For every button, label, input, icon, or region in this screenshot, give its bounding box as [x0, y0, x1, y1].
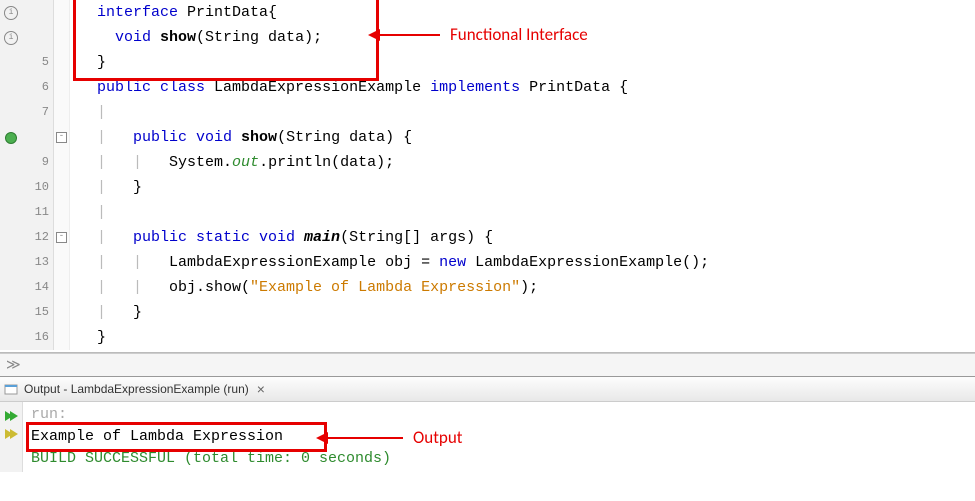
chevron-icon: ≫ [6, 357, 21, 374]
output-icon [4, 382, 18, 396]
output-panel: Output - LambdaExpressionExample (run) ×… [0, 376, 975, 472]
fold-gutter: - - [54, 0, 70, 350]
line-number-gutter: i i 5 6 7 9 10 11 12 13 14 15 16 [0, 0, 54, 350]
fold-toggle[interactable]: - [56, 232, 67, 243]
close-icon[interactable]: × [257, 381, 265, 397]
stop-button[interactable] [3, 444, 19, 460]
output-title: Output - LambdaExpressionExample (run) [24, 382, 249, 396]
run-button[interactable] [3, 426, 19, 442]
code-content[interactable]: interface PrintData{ void show(String da… [70, 0, 975, 350]
code-editor[interactable]: i i 5 6 7 9 10 11 12 13 14 15 16 - - int… [0, 0, 975, 353]
fold-toggle[interactable]: - [56, 132, 67, 143]
output-toolbar [0, 402, 23, 472]
breadcrumb-bar[interactable]: ≫ [0, 353, 975, 376]
rerun-button[interactable] [3, 408, 19, 424]
output-titlebar: Output - LambdaExpressionExample (run) × [0, 377, 975, 402]
output-text[interactable]: run: Example of Lambda Expression BUILD … [23, 402, 975, 472]
